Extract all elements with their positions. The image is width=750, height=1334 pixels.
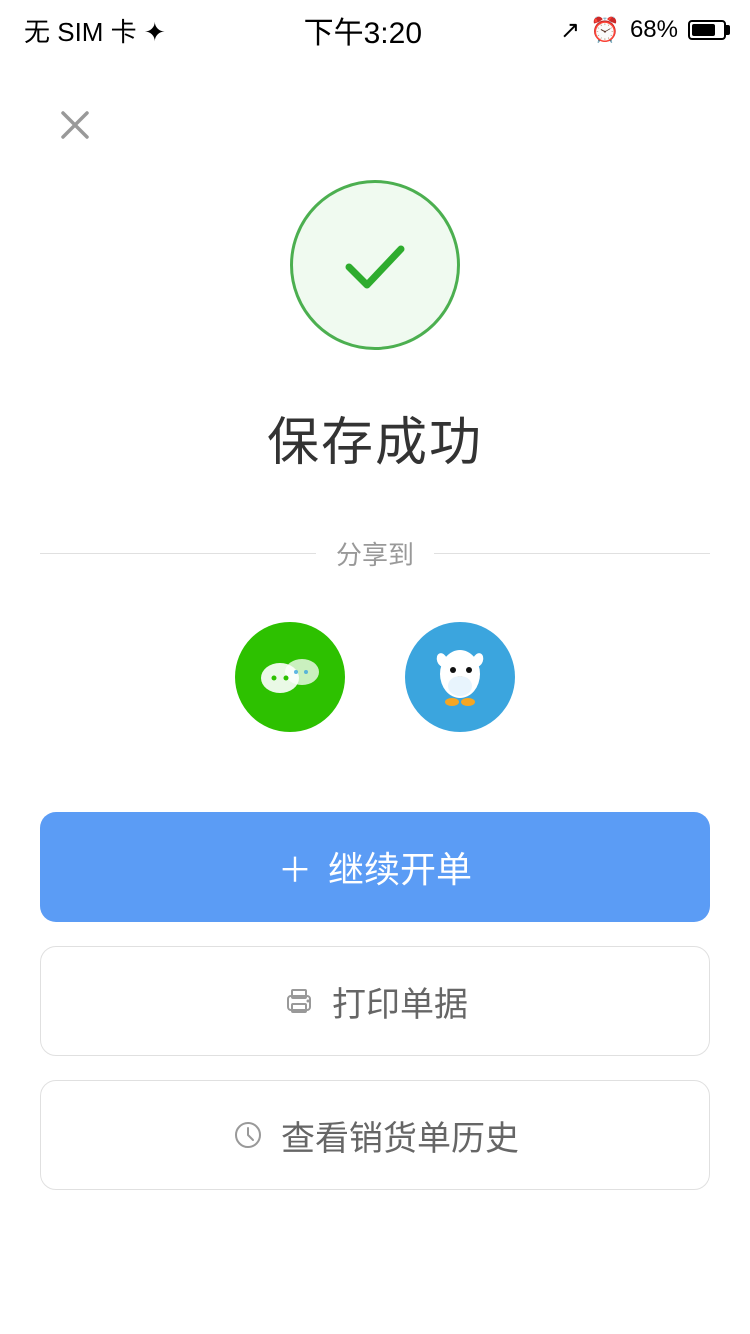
print-icon bbox=[282, 984, 316, 1018]
qq-icon bbox=[428, 642, 493, 712]
checkmark-icon bbox=[335, 225, 415, 305]
continue-label: 继续开单 bbox=[328, 841, 472, 893]
wechat-share-button[interactable] bbox=[235, 622, 345, 732]
close-icon bbox=[59, 109, 91, 141]
print-label: 打印单据 bbox=[332, 977, 468, 1026]
divider-right bbox=[434, 553, 710, 554]
status-left: 无 SIM 卡 ✦ bbox=[24, 12, 166, 49]
close-button[interactable] bbox=[50, 100, 100, 150]
share-label: 分享到 bbox=[336, 535, 414, 572]
share-divider: 分享到 bbox=[40, 535, 710, 572]
history-button[interactable]: 查看销货单历史 bbox=[40, 1080, 710, 1190]
status-bar: 无 SIM 卡 ✦ 下午3:20 ↗ ⏰ 68% bbox=[0, 0, 750, 60]
status-time: 下午3:20 bbox=[304, 8, 422, 52]
success-circle bbox=[290, 180, 460, 350]
battery-percent: 68% bbox=[630, 16, 678, 44]
share-icons bbox=[235, 622, 515, 732]
print-button[interactable]: 打印单据 bbox=[40, 946, 710, 1056]
battery-icon bbox=[688, 20, 726, 40]
status-right: ↗ ⏰ 68% bbox=[560, 16, 726, 45]
continue-button[interactable]: ＋ 继续开单 bbox=[40, 812, 710, 922]
plus-icon: ＋ bbox=[278, 843, 312, 892]
qq-share-button[interactable] bbox=[405, 622, 515, 732]
location-icon: ↗ bbox=[560, 16, 580, 45]
action-buttons: ＋ 继续开单 打印单据 查看销货单历史 bbox=[40, 812, 710, 1190]
history-icon bbox=[231, 1118, 265, 1152]
wechat-icon bbox=[258, 650, 323, 705]
main-content: 保存成功 分享到 bbox=[0, 60, 750, 1334]
history-label: 查看销货单历史 bbox=[281, 1111, 519, 1160]
alarm-icon: ⏰ bbox=[590, 16, 620, 45]
success-title: 保存成功 bbox=[267, 400, 483, 475]
no-sim-label: 无 SIM 卡 ✦ bbox=[24, 12, 166, 49]
divider-left bbox=[40, 553, 316, 554]
